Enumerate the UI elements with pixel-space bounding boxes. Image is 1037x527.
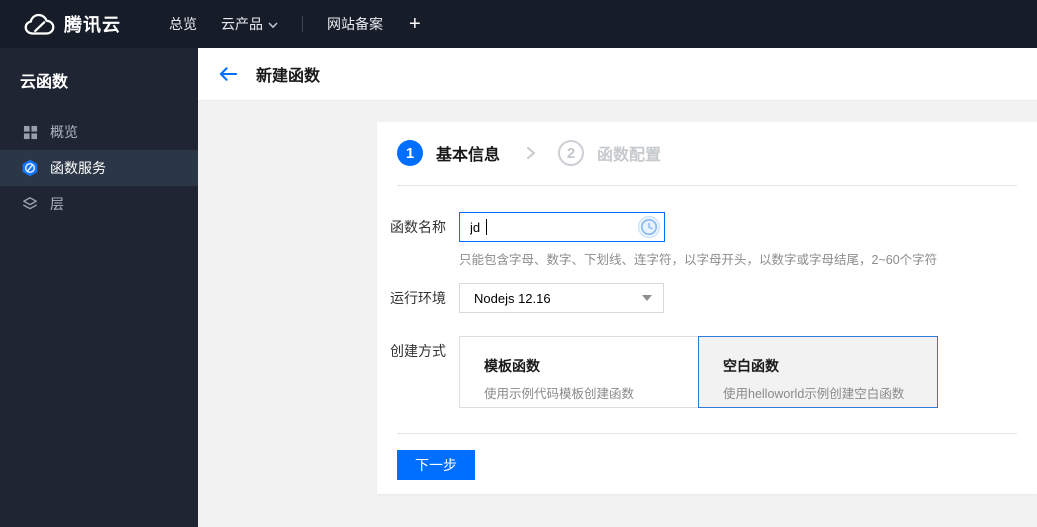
function-name-label: 函数名称 <box>390 219 446 235</box>
card-footer: 下一步 <box>377 434 1037 494</box>
create-function-card: 1 基本信息 2 函数配置 函数名称 jd 只能包含字母、数字、下划线、连字符，… <box>377 122 1037 494</box>
runtime-select[interactable]: Nodejs 12.16 <box>459 283 664 313</box>
function-name-input-wrap <box>459 212 665 242</box>
page-title: 新建函数 <box>256 68 321 85</box>
step-number-badge: 1 <box>397 140 423 166</box>
scf-hexagon-icon <box>21 159 39 177</box>
creation-method-options: 模板函数 使用示例代码模板创建函数 空白函数 使用helloworld示例创建空… <box>459 336 938 408</box>
nav-cloud-products-label: 云产品 <box>221 16 263 32</box>
function-name-hint: 只能包含字母、数字、下划线、连字符，以字母开头，以数字或字母结尾，2~60个字符 <box>459 253 938 267</box>
nav-icp-filing-label: 网站备案 <box>327 16 383 32</box>
main-area: 新建函数 1 基本信息 2 函数配置 函数名称 jd 只能包含字母、数字、下划线… <box>198 48 1037 527</box>
grid-icon <box>21 123 39 141</box>
sidebar-item-label: 函数服务 <box>50 160 106 176</box>
sidebar-product-title: 云函数 <box>20 74 69 91</box>
top-navbar: 腾讯云 总览 云产品 网站备案 + <box>0 0 1037 48</box>
select-caret-down-icon <box>642 295 652 301</box>
creation-method-label: 创建方式 <box>390 343 446 359</box>
sidebar-item-overview[interactable]: 概览 <box>0 114 198 150</box>
layers-icon <box>21 195 39 213</box>
function-name-input[interactable] <box>459 212 665 242</box>
tencent-cloud-logo-icon <box>24 13 55 36</box>
runtime-selected-value: Nodejs 12.16 <box>474 290 551 306</box>
nav-item-overview[interactable]: 总览 <box>169 14 197 34</box>
brand-name: 腾讯云 <box>64 15 121 35</box>
method-card-title: 模板函数 <box>484 358 540 374</box>
method-card-desc: 使用helloworld示例创建空白函数 <box>723 387 905 401</box>
step-label: 函数配置 <box>597 147 662 164</box>
sidebar: 云函数 概览 函数服务 层 <box>0 48 198 527</box>
runtime-label: 运行环境 <box>390 290 446 306</box>
next-step-button[interactable]: 下一步 <box>397 450 475 480</box>
validating-clock-icon <box>637 215 661 244</box>
text-cursor <box>486 219 487 235</box>
runtime-row: 运行环境 Nodejs 12.16 <box>390 283 1037 313</box>
back-button[interactable] <box>216 62 240 86</box>
step-function-config: 2 函数配置 <box>558 140 661 166</box>
step-basic-info: 1 基本信息 <box>397 140 500 166</box>
function-name-field: 只能包含字母、数字、下划线、连字符，以字母开头，以数字或字母结尾，2~60个字符 <box>459 212 937 268</box>
sidebar-item-label: 层 <box>50 196 64 212</box>
sidebar-nav: 概览 函数服务 层 <box>0 114 198 222</box>
nav-item-cloud-products[interactable]: 云产品 <box>221 14 278 34</box>
step-separator-chevron-icon <box>526 146 536 160</box>
sidebar-item-layers[interactable]: 层 <box>0 186 198 222</box>
step-label: 基本信息 <box>436 147 501 164</box>
method-card-title: 空白函数 <box>723 358 779 374</box>
basic-info-form: 函数名称 jd 只能包含字母、数字、下划线、连字符，以字母开头，以数字或字母结尾… <box>377 186 1037 408</box>
step-number-badge: 2 <box>558 140 585 166</box>
wizard-steps: 1 基本信息 2 函数配置 <box>377 122 1037 185</box>
chevron-down-icon <box>268 21 278 29</box>
sidebar-item-label: 概览 <box>50 124 78 140</box>
method-card-desc: 使用示例代码模板创建函数 <box>484 387 635 401</box>
content-background: 1 基本信息 2 函数配置 函数名称 jd 只能包含字母、数字、下划线、连字符，… <box>198 101 1037 527</box>
nav-overview-label: 总览 <box>169 16 197 32</box>
top-nav-links: 总览 云产品 网站备案 + <box>145 13 421 36</box>
navbar-divider <box>302 16 303 32</box>
nav-item-icp-filing[interactable]: 网站备案 <box>327 14 383 34</box>
function-name-row: 函数名称 jd 只能包含字母、数字、下划线、连字符，以字母开头，以数字或字母结尾… <box>390 212 1037 268</box>
creation-method-row: 创建方式 模板函数 使用示例代码模板创建函数 空白函数 使用helloworld… <box>390 336 1037 408</box>
add-console-tab-button[interactable]: + <box>409 13 421 36</box>
tencent-cloud-brand[interactable]: 腾讯云 <box>24 11 121 37</box>
page-header: 新建函数 <box>198 48 1037 101</box>
method-card-template-function[interactable]: 模板函数 使用示例代码模板创建函数 <box>459 336 699 408</box>
sidebar-item-function-service[interactable]: 函数服务 <box>0 150 198 186</box>
back-arrow-icon <box>219 66 238 82</box>
method-card-blank-function[interactable]: 空白函数 使用helloworld示例创建空白函数 <box>698 336 938 408</box>
